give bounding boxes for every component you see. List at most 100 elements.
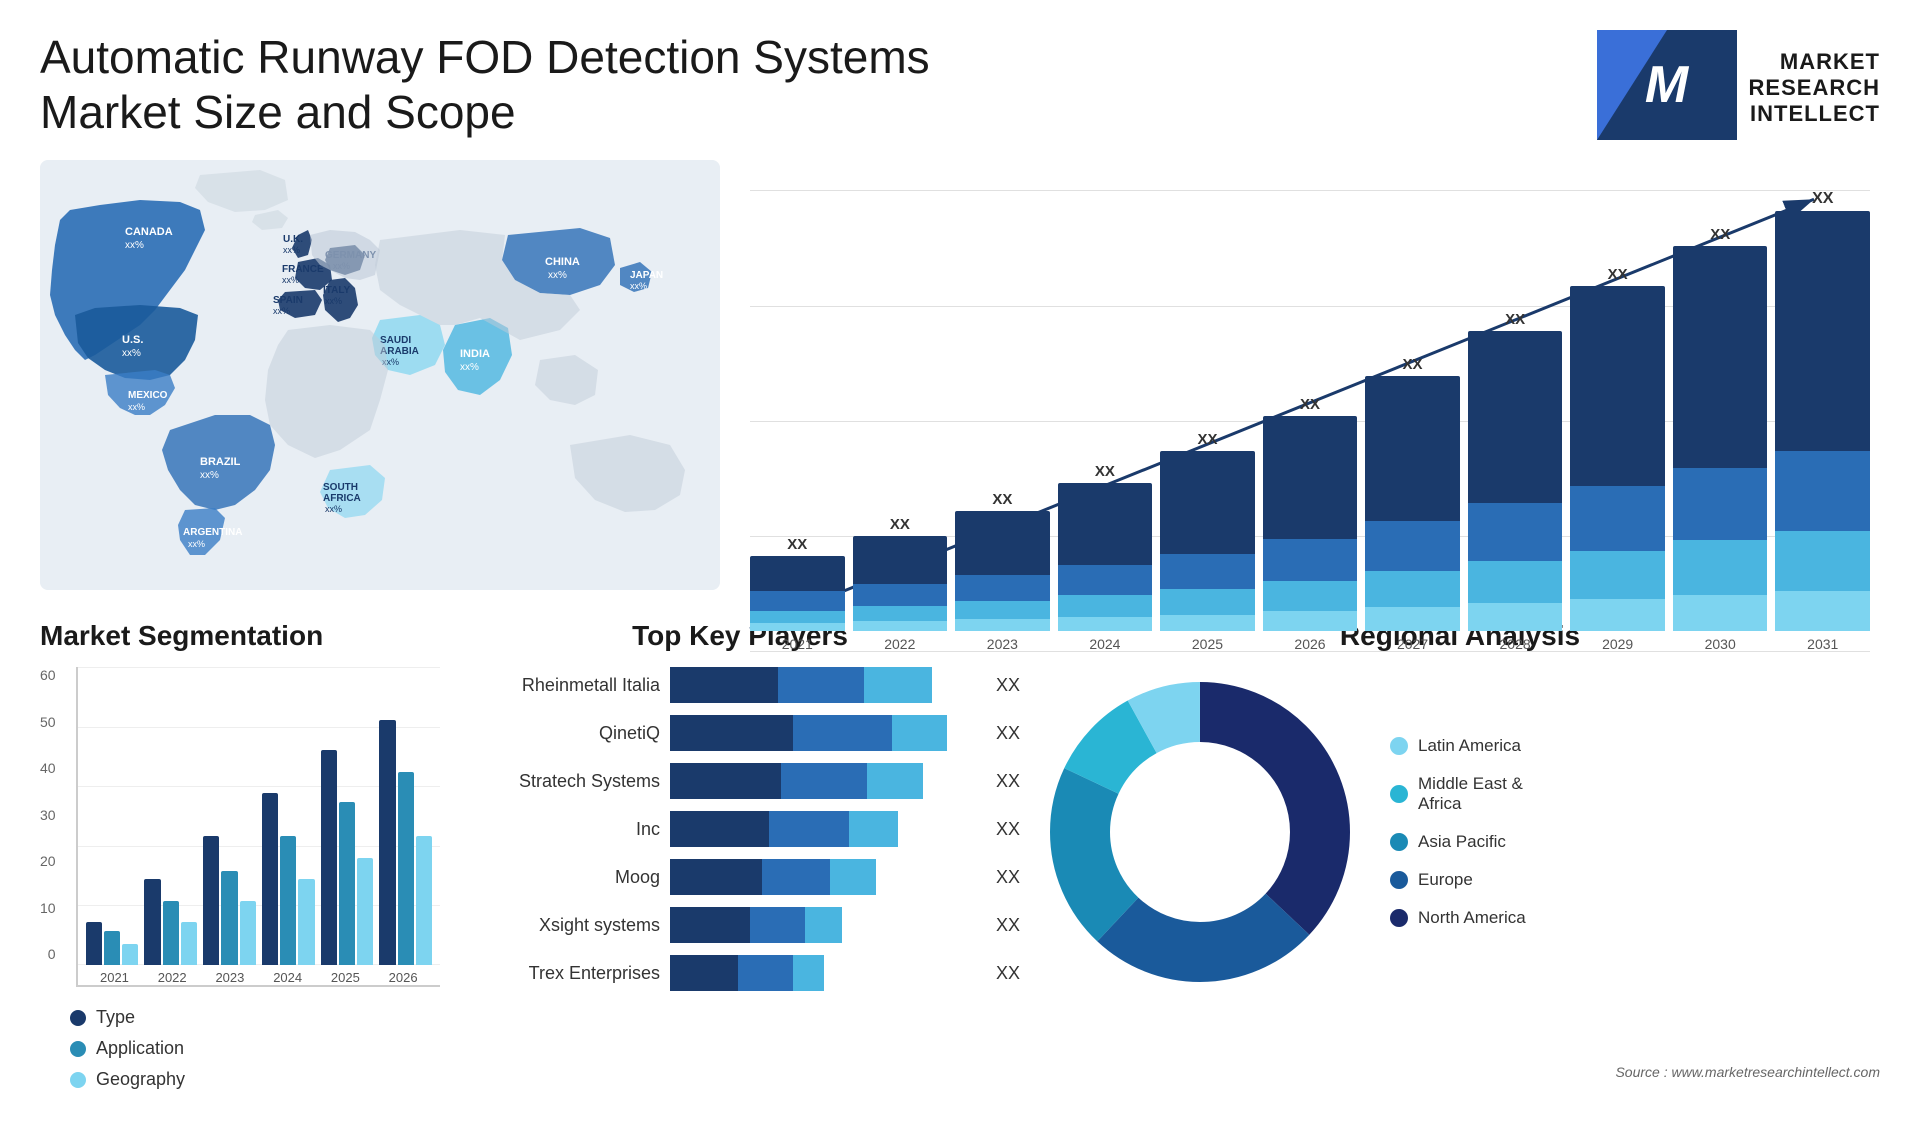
svg-text:xx%: xx% <box>273 306 290 316</box>
bar-seg2 <box>750 907 805 943</box>
player-bar-xsight <box>670 907 978 943</box>
bar-2030: XX 2030 <box>1673 226 1768 652</box>
player-value-trex: XX <box>996 963 1020 984</box>
brand-line1: MARKET <box>1749 49 1880 75</box>
player-row-rheinmetall: Rheinmetall Italia XX <box>460 667 1020 703</box>
bar-seg3 <box>849 811 898 847</box>
legend-application-dot <box>70 1041 86 1057</box>
player-name-stratech: Stratech Systems <box>460 771 660 792</box>
seg-chart: 2021 2022 2023 2024 2025 2026 <box>76 667 440 987</box>
player-value-xsight: XX <box>996 915 1020 936</box>
seg-group-2025 <box>321 750 374 965</box>
bar-2024: XX 2024 <box>1058 463 1153 652</box>
bar-seg3 <box>864 667 932 703</box>
seg-bar-geo-2026 <box>416 836 432 965</box>
bar-seg3 <box>892 715 947 751</box>
seg-bar-type-2025 <box>321 750 337 965</box>
legend-type-label: Type <box>96 1007 135 1028</box>
svg-text:U.K.: U.K. <box>283 234 303 245</box>
legend-north-america: North America <box>1390 908 1526 928</box>
regional-legend: Latin America Middle East &Africa Asia P… <box>1390 736 1526 928</box>
svg-text:ITALY: ITALY <box>323 285 351 296</box>
legend-middle-east-africa: Middle East &Africa <box>1390 774 1526 814</box>
seg-bar-geo-2021 <box>122 944 138 965</box>
bar-2028-year: 2028 <box>1500 636 1531 652</box>
bar-2030-year: 2030 <box>1705 636 1736 652</box>
main-content: CANADA xx% U.S. xx% MEXICO xx% BRAZIL xx… <box>40 160 1880 590</box>
bar-seg1 <box>670 811 769 847</box>
player-name-inc: Inc <box>460 819 660 840</box>
bar-2028-label: XX <box>1505 311 1525 328</box>
bar-2022: XX 2022 <box>853 516 948 652</box>
legend-europe: Europe <box>1390 870 1526 890</box>
latin-america-label: Latin America <box>1418 736 1521 756</box>
segmentation-title: Market Segmentation <box>40 620 440 652</box>
bar-chart-section: XX 2021 XX <box>740 160 1880 590</box>
asia-pacific-dot <box>1390 833 1408 851</box>
seg-bar-app-2026 <box>398 772 414 965</box>
bar-2029-label: XX <box>1608 266 1628 283</box>
seg-y-axis: 60 50 40 30 20 10 0 <box>40 667 56 987</box>
y-label-40: 40 <box>40 760 56 776</box>
player-row-stratech: Stratech Systems XX <box>460 763 1020 799</box>
svg-text:ARGENTINA: ARGENTINA <box>183 527 242 538</box>
svg-text:SAUDI: SAUDI <box>380 335 411 346</box>
bar-seg3 <box>793 955 824 991</box>
bar-2030-label: XX <box>1710 226 1730 243</box>
svg-text:xx%: xx% <box>282 275 299 285</box>
player-row-xsight: Xsight systems XX <box>460 907 1020 943</box>
player-name-qinetiq: QinetiQ <box>460 723 660 744</box>
bar-2027: XX 2027 <box>1365 356 1460 652</box>
page-title: Automatic Runway FOD Detection Systems M… <box>40 30 940 140</box>
seg-group-2026 <box>379 720 432 965</box>
player-name-xsight: Xsight systems <box>460 915 660 936</box>
seg-x-2025: 2025 <box>331 970 360 985</box>
svg-text:INDIA: INDIA <box>460 348 490 360</box>
svg-text:xx%: xx% <box>548 270 567 281</box>
y-label-50: 50 <box>40 714 56 730</box>
seg-bar-app-2025 <box>339 802 355 965</box>
player-value-qinetiq: XX <box>996 723 1020 744</box>
bar-2031-label: XX <box>1812 190 1833 208</box>
player-value-inc: XX <box>996 819 1020 840</box>
y-label-10: 10 <box>40 900 56 916</box>
svg-text:AFRICA: AFRICA <box>323 493 361 504</box>
bar-seg2 <box>793 715 892 751</box>
seg-bar-app-2023 <box>221 871 237 965</box>
svg-text:BRAZIL: BRAZIL <box>200 456 241 468</box>
bar-seg1 <box>670 763 781 799</box>
player-bar-stratech <box>670 763 978 799</box>
seg-group-2024 <box>262 793 315 965</box>
player-bar-inc <box>670 811 978 847</box>
svg-text:SOUTH: SOUTH <box>323 482 358 493</box>
svg-text:U.S.: U.S. <box>122 334 143 346</box>
seg-group-2023 <box>203 836 256 965</box>
world-map-svg: CANADA xx% U.S. xx% MEXICO xx% BRAZIL xx… <box>40 160 720 590</box>
bar-seg3 <box>867 763 922 799</box>
bar-2023: XX 2023 <box>955 491 1050 652</box>
bar-2026-year: 2026 <box>1294 636 1325 652</box>
bar-2021-label: XX <box>787 536 807 553</box>
player-value-stratech: XX <box>996 771 1020 792</box>
seg-bar-app-2022 <box>163 901 179 965</box>
bar-seg2 <box>769 811 849 847</box>
seg-bar-app-2021 <box>104 931 120 965</box>
seg-x-labels: 2021 2022 2023 2024 2025 2026 <box>78 965 440 985</box>
seg-x-2023: 2023 <box>215 970 244 985</box>
donut-svg <box>1040 672 1360 992</box>
svg-text:xx%: xx% <box>128 402 145 412</box>
bar-2023-label: XX <box>992 491 1012 508</box>
player-row-trex: Trex Enterprises XX <box>460 955 1020 991</box>
legend-latin-america: Latin America <box>1390 736 1526 756</box>
bar-2023-year: 2023 <box>987 636 1018 652</box>
svg-text:FRANCE: FRANCE <box>282 264 324 275</box>
brand-line3: INTELLECT <box>1749 101 1880 127</box>
seg-x-2026: 2026 <box>389 970 418 985</box>
svg-text:xx%: xx% <box>460 362 479 373</box>
header: Automatic Runway FOD Detection Systems M… <box>40 30 1880 140</box>
legend-geography-label: Geography <box>96 1069 185 1090</box>
regional-section: Regional Analysis <box>1040 620 1880 1080</box>
svg-text:xx%: xx% <box>188 539 205 549</box>
bar-2027-label: XX <box>1403 356 1423 373</box>
player-name-trex: Trex Enterprises <box>460 963 660 984</box>
